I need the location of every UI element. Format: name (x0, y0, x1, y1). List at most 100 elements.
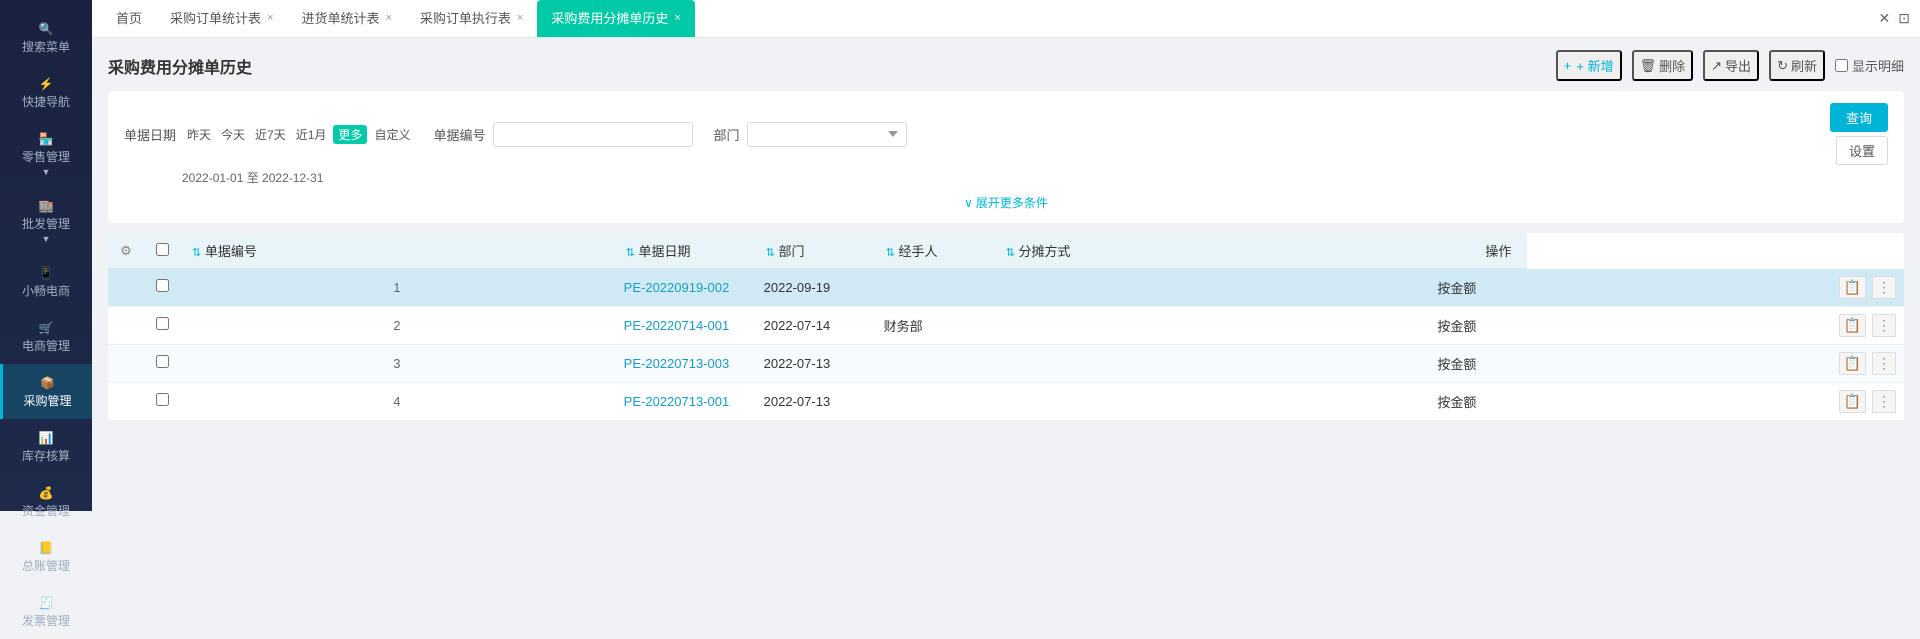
col-doc-date[interactable]: ⇅ 单据日期 (614, 233, 754, 269)
purchase-icon: 📦 (8, 376, 87, 390)
col-checkbox (144, 233, 180, 269)
sidebar-item-ecommerce-mgmt[interactable]: 🛒 电商管理 (0, 309, 92, 364)
row-settings-2 (108, 344, 144, 382)
col-doc-no[interactable]: ⇅ 单据编号 (180, 233, 614, 269)
row-dept-2 (874, 344, 994, 382)
table-body: 1 PE-20220919-002 2022-09-19 按金额 📋 ⋮ 2 P… (108, 269, 1904, 421)
more-icon-2[interactable]: ⋮ (1872, 352, 1896, 375)
shortcut-more[interactable]: 更多 (333, 125, 367, 144)
col-split-method[interactable]: ⇅ 分摊方式 (994, 233, 1428, 269)
tab-purchase-order-stats[interactable]: 采购订单统计表 × (156, 0, 287, 37)
tab-purchase-order-exec[interactable]: 采购订单执行表 × (406, 0, 537, 37)
inventory-icon: 📊 (5, 431, 87, 445)
tab-home[interactable]: 首页 (102, 0, 156, 37)
wholesale-icon: 🏬 (5, 199, 87, 213)
doc-no-link-0[interactable]: PE-20220919-002 (624, 280, 730, 295)
row-actions-2: 📋 ⋮ (1527, 344, 1904, 382)
export-button[interactable]: ↗ 导出 (1703, 50, 1759, 81)
finance-icon: 💰 (5, 486, 87, 500)
doc-no-link-2[interactable]: PE-20220713-003 (624, 356, 730, 371)
shortcut-yesterday[interactable]: 昨天 (184, 125, 214, 144)
shortcut-custom[interactable]: 自定义 (371, 125, 413, 144)
col-dept[interactable]: ⇅ 部门 (754, 233, 874, 269)
col-settings[interactable]: ⚙ (108, 233, 144, 269)
more-icon-3[interactable]: ⋮ (1872, 390, 1896, 413)
show-cols-checkbox[interactable] (1835, 59, 1848, 72)
table-row: 1 PE-20220919-002 2022-09-19 按金额 📋 ⋮ (108, 269, 1904, 307)
refresh-button[interactable]: ↻ 刷新 (1769, 50, 1825, 81)
sidebar-item-ledger-mgmt[interactable]: 📒 总账管理 (0, 529, 92, 584)
shortcut-7days[interactable]: 近7天 (252, 125, 289, 144)
doc-no-input[interactable] (493, 122, 693, 147)
row-settings-3 (108, 382, 144, 420)
ecommerce-icon: 🛒 (5, 321, 87, 335)
export-icon: ↗ (1711, 58, 1722, 74)
quick-nav-icon: ⚡ (5, 77, 87, 91)
select-all-checkbox[interactable] (156, 243, 169, 256)
shortcut-1month[interactable]: 近1月 (293, 125, 330, 144)
more-icon-1[interactable]: ⋮ (1872, 314, 1896, 337)
sidebar-item-mini-commerce[interactable]: 📱 小畅电商 (0, 254, 92, 309)
more-icon-0[interactable]: ⋮ (1872, 276, 1896, 299)
date-filter-label: 单据日期 (124, 125, 176, 144)
edit-icon-2[interactable]: 📋 (1839, 352, 1866, 375)
row-handler-1 (994, 306, 1428, 344)
row-checkbox-cell-2 (144, 344, 180, 382)
row-checkbox-0[interactable] (156, 279, 169, 292)
row-checkbox-2[interactable] (156, 355, 169, 368)
edit-icon-1[interactable]: 📋 (1839, 314, 1866, 337)
close-tab-purchase-order-exec[interactable]: × (517, 12, 523, 24)
doc-no-link-1[interactable]: PE-20220714-001 (624, 318, 730, 333)
settings-icon: ⚙ (120, 243, 132, 258)
row-handler-3 (994, 382, 1428, 420)
sidebar-item-invoice-mgmt[interactable]: 🧾 发票管理 (0, 584, 92, 639)
sidebar-item-inventory[interactable]: 📊 库存核算 (0, 419, 92, 474)
row-dept-0 (874, 269, 994, 307)
doc-no-filter-label: 单据编号 (433, 125, 485, 144)
row-doc-no-0: PE-20220919-002 (614, 269, 754, 307)
add-button[interactable]: + + 新增 (1556, 50, 1622, 81)
sidebar-item-purchase-mgmt[interactable]: 📦 采购管理 (0, 364, 92, 419)
row-dept-3 (874, 382, 994, 420)
tab-goods-in-stats[interactable]: 进货单统计表 × (287, 0, 405, 37)
expand-more-btn[interactable]: ∨ 展开更多条件 (964, 194, 1048, 211)
edit-icon-0[interactable]: 📋 (1839, 276, 1866, 299)
ledger-icon: 📒 (5, 541, 87, 555)
sort-icon-handler: ⇅ (886, 247, 895, 259)
filter-area: 单据日期 昨天 今天 近7天 近1月 更多 自定义 单据编号 (108, 91, 1904, 223)
row-num-3: 4 (180, 382, 614, 420)
sort-icon-doc-date: ⇅ (626, 247, 635, 259)
row-checkbox-1[interactable] (156, 317, 169, 330)
tab-purchase-cost-history[interactable]: 采购费用分摊单历史 × (537, 0, 694, 37)
row-doc-date-0: 2022-09-19 (754, 269, 874, 307)
close-tab-purchase-order-stats[interactable]: × (267, 12, 273, 24)
filter-row-1: 单据日期 昨天 今天 近7天 近1月 更多 自定义 单据编号 (124, 103, 1888, 165)
close-tab-purchase-cost-history[interactable]: × (674, 12, 680, 24)
sidebar-item-search-menu[interactable]: 🔍 搜索菜单 (0, 10, 92, 65)
close-tab-goods-in-stats[interactable]: × (385, 12, 391, 24)
tab-bar: 首页 采购订单统计表 × 进货单统计表 × 采购订单执行表 × 采购费用分摊单历… (92, 0, 1920, 38)
restore-window-icon[interactable]: ⊡ (1898, 10, 1910, 27)
row-num-1: 2 (180, 306, 614, 344)
query-button[interactable]: 查询 (1830, 103, 1888, 132)
doc-no-link-3[interactable]: PE-20220713-001 (624, 394, 730, 409)
sidebar-item-finance-mgmt[interactable]: 💰 资金管理 (0, 474, 92, 529)
table-header-row: ⚙ ⇅ 单据编号 ⇅ 单据日期 (108, 233, 1904, 269)
col-handler[interactable]: ⇅ 经手人 (874, 233, 994, 269)
delete-icon: 🗑 (1640, 58, 1657, 74)
edit-icon-3[interactable]: 📋 (1839, 390, 1866, 413)
row-doc-no-2: PE-20220713-003 (614, 344, 754, 382)
sort-icon-split-method: ⇅ (1006, 247, 1015, 259)
sidebar-item-wholesale-mgmt[interactable]: 🏬 批发管理 ▼ (0, 187, 92, 254)
dept-select[interactable]: 财务部 (747, 122, 907, 147)
row-split-method-1: 按金额 (1427, 306, 1527, 344)
setting-button[interactable]: 设置 (1836, 136, 1888, 165)
shortcut-today[interactable]: 今天 (218, 125, 248, 144)
sidebar-item-retail-mgmt[interactable]: 🏪 零售管理 ▼ (0, 120, 92, 187)
delete-button[interactable]: 🗑 删除 (1632, 50, 1694, 81)
show-cols-toggle[interactable]: 显示明细 (1835, 56, 1904, 75)
close-all-tabs-icon[interactable]: ✕ (1879, 10, 1891, 27)
page-content: 采购费用分摊单历史 + + 新增 🗑 删除 ↗ 导出 ↻ 刷新 (92, 38, 1920, 511)
sidebar-item-quick-nav[interactable]: ⚡ 快捷导航 (0, 65, 92, 120)
row-checkbox-3[interactable] (156, 393, 169, 406)
